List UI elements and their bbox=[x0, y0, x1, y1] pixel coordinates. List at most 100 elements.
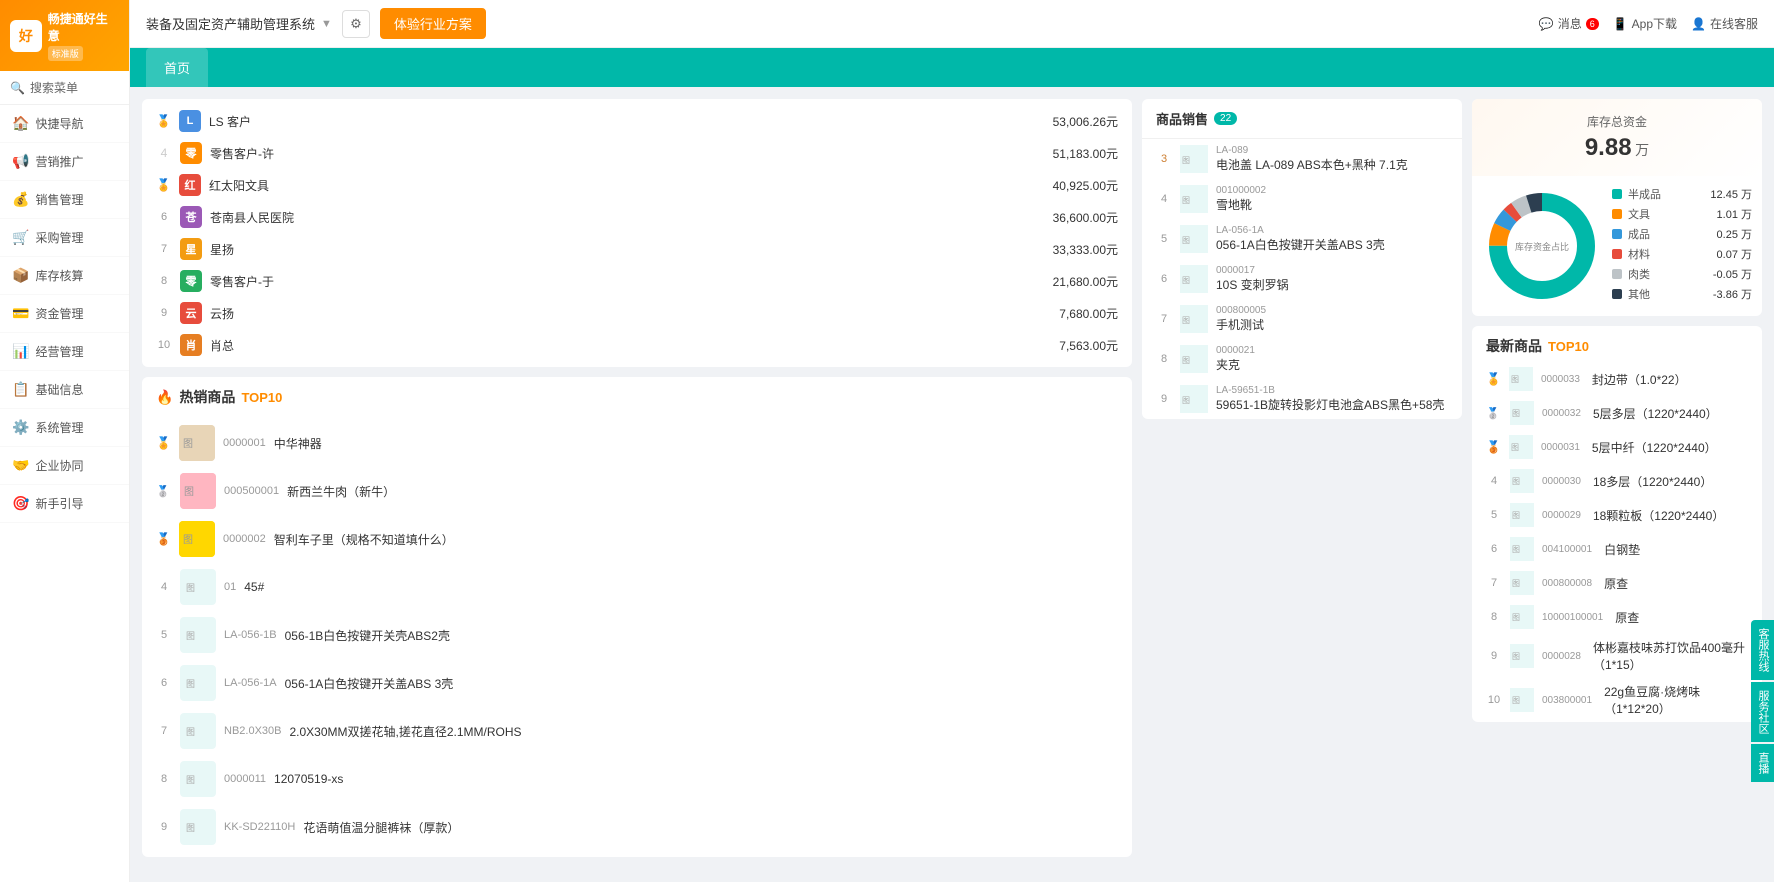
hot-products-label: 热销商品 bbox=[179, 387, 235, 407]
product-image: 图 bbox=[180, 713, 216, 749]
sidebar-item-operations[interactable]: 📊 经营管理 bbox=[0, 333, 129, 371]
cs-live-button[interactable]: 直播 bbox=[1751, 744, 1774, 782]
legend-color bbox=[1612, 209, 1622, 219]
svg-text:图: 图 bbox=[1512, 579, 1520, 588]
sidebar-item-marketing[interactable]: 📢 营销推广 bbox=[0, 143, 129, 181]
product-name: 花语萌值温分腿裤袜（厚款） bbox=[303, 819, 459, 836]
rank-number: 5 bbox=[1156, 233, 1172, 245]
customer-avatar: 苍 bbox=[180, 206, 202, 228]
app-download-button[interactable]: 📱 App下载 bbox=[1613, 15, 1677, 32]
product-code: 0000001 bbox=[223, 437, 266, 449]
rank-number: 8 bbox=[156, 773, 172, 785]
inventory-icon: 📦 bbox=[12, 267, 29, 284]
prod-image: 图 bbox=[1510, 469, 1534, 493]
inventory-amount: 9.88 bbox=[1585, 134, 1632, 161]
sidebar-item-label: 营销推广 bbox=[35, 153, 83, 170]
cs-community-button[interactable]: 服务社区 bbox=[1751, 682, 1774, 742]
product-code: LA-59651-1B bbox=[1216, 385, 1448, 396]
legend-color bbox=[1612, 289, 1622, 299]
search-icon: 🔍 bbox=[10, 81, 25, 95]
svg-text:图: 图 bbox=[184, 486, 194, 498]
legend-color bbox=[1612, 189, 1622, 199]
legend-color bbox=[1612, 269, 1622, 279]
sidebar-item-purchase[interactable]: 🛒 采购管理 bbox=[0, 219, 129, 257]
prod-name: 5层中纤（1220*2440） bbox=[1592, 439, 1748, 456]
prod-name: 5层多层（1220*2440） bbox=[1593, 405, 1748, 422]
legend-value: -0.05 万 bbox=[1713, 266, 1752, 282]
product-name: 智利车子里（规格不知道填什么） bbox=[274, 531, 454, 548]
hot-item: 8 图 0000011 12070519-xs bbox=[142, 755, 1132, 803]
hot-item: 7 图 NB2.0X30B 2.0X30MM双搓花轴,搓花直径2.1MM/ROH… bbox=[142, 707, 1132, 755]
prod-image: 图 bbox=[1510, 605, 1534, 629]
product-name-text: 电池盖 LA-089 ABS本色+黑种 7.1克 bbox=[1216, 156, 1448, 173]
search-menu-item[interactable]: 🔍 搜索菜单 bbox=[0, 71, 129, 105]
trial-plan-button[interactable]: 体验行业方案 bbox=[380, 8, 486, 39]
product-name: 中华神器 bbox=[274, 435, 322, 452]
sidebar-item-sales[interactable]: 💰 销售管理 bbox=[0, 181, 129, 219]
sidebar-item-inventory[interactable]: 📦 库存核算 bbox=[0, 257, 129, 295]
settings-button[interactable]: ⚙ bbox=[342, 10, 370, 38]
tab-home[interactable]: 首页 bbox=[146, 48, 208, 87]
svg-text:图: 图 bbox=[1512, 652, 1520, 661]
product-info: LA-089 电池盖 LA-089 ABS本色+黑种 7.1克 bbox=[1216, 145, 1448, 173]
prod-code: 0000029 bbox=[1542, 510, 1581, 521]
new-prod-item: 8 图 10000100001 原查 bbox=[1472, 600, 1762, 634]
prod-name: 22g鱼豆腐·烧烤味（1*12*20） bbox=[1604, 683, 1748, 717]
rank-item: 8 零 零售客户-于 21,680.00元 bbox=[142, 265, 1132, 297]
sidebar-item-finance[interactable]: 💳 资金管理 bbox=[0, 295, 129, 333]
new-prod-item: 🥈 图 0000032 5层多层（1220*2440） bbox=[1472, 396, 1762, 430]
new-products-card: 最新商品 TOP10 🏅 图 0000033 封边带（1.0*22） 🥈 bbox=[1472, 326, 1762, 722]
top-sell-item: 9 图 LA-59651-1B 59651-1B旋转投影灯电池盒ABS黑色+58… bbox=[1142, 379, 1462, 419]
sidebar-item-basic-info[interactable]: 📋 基础信息 bbox=[0, 371, 129, 409]
prod-image: 图 bbox=[1510, 401, 1534, 425]
customer-amount: 33,333.00元 bbox=[1053, 241, 1118, 258]
rank-number: 4 bbox=[1156, 193, 1172, 205]
cs-hotline-button[interactable]: 客服热线 bbox=[1751, 620, 1774, 680]
new-prod-item: 🏅 图 0000033 封边带（1.0*22） bbox=[1472, 362, 1762, 396]
rank-number: 7 bbox=[156, 725, 172, 737]
legend-name: 其他 bbox=[1628, 286, 1707, 302]
hot-products-list: 🏅 图 0000001 中华神器 🥈 图 000500001 新西兰牛肉 bbox=[142, 413, 1132, 857]
product-image: 图 bbox=[1180, 385, 1208, 413]
sidebar-item-label: 资金管理 bbox=[35, 305, 83, 322]
fire-icon: 🔥 bbox=[156, 389, 173, 406]
new-prod-item: 10 图 003800001 22g鱼豆腐·烧烤味（1*12*20） bbox=[1472, 678, 1762, 722]
sidebar-item-system[interactable]: ⚙️ 系统管理 bbox=[0, 409, 129, 447]
prod-code: 0000031 bbox=[1541, 442, 1580, 453]
legend-name: 文具 bbox=[1628, 206, 1711, 222]
rank-number: 9 bbox=[1486, 650, 1502, 662]
rank-number: 7 bbox=[1156, 313, 1172, 325]
topbar: 装备及固定资产辅助管理系统 ▼ ⚙ 体验行业方案 💬 消息 6 📱 App下载 … bbox=[130, 0, 1774, 48]
system-selector[interactable]: 装备及固定资产辅助管理系统 ▼ bbox=[146, 14, 332, 33]
sidebar-item-guide[interactable]: 🎯 新手引导 bbox=[0, 485, 129, 523]
svg-text:图: 图 bbox=[1182, 196, 1190, 205]
svg-text:图: 图 bbox=[186, 583, 195, 593]
customer-rank-list: 🏅 L LS 客户 53,006.26元 4 零 零售客户-许 51,183.0… bbox=[142, 99, 1132, 367]
product-image: 图 bbox=[180, 809, 216, 845]
prod-name: 封边带（1.0*22） bbox=[1592, 371, 1748, 388]
sidebar-item-home[interactable]: 🏠 快捷导航 bbox=[0, 105, 129, 143]
prod-image: 图 bbox=[1510, 537, 1534, 561]
rank-number: 5 bbox=[1486, 509, 1502, 521]
rank-number: 4 bbox=[156, 581, 172, 593]
sidebar-item-collab[interactable]: 🤝 企业协同 bbox=[0, 447, 129, 485]
svg-text:图: 图 bbox=[1511, 375, 1519, 384]
logo-icon: 好 bbox=[10, 20, 42, 52]
prod-name: 18多层（1220*2440） bbox=[1593, 473, 1748, 490]
rank-number: 🥈 bbox=[156, 485, 172, 498]
legend-value: 1.01 万 bbox=[1717, 206, 1752, 222]
legend-name: 肉类 bbox=[1628, 266, 1707, 282]
prod-image: 图 bbox=[1510, 503, 1534, 527]
svg-text:图: 图 bbox=[1512, 511, 1520, 520]
product-image: 图 bbox=[1180, 185, 1208, 213]
product-image: 图 bbox=[1180, 265, 1208, 293]
rank-number: 8 bbox=[1486, 611, 1502, 623]
product-image: 图 bbox=[180, 617, 216, 653]
message-badge: 6 bbox=[1586, 18, 1599, 30]
message-button[interactable]: 💬 消息 6 bbox=[1539, 15, 1599, 32]
inventory-amount-area: 9.88 万 bbox=[1486, 134, 1748, 162]
online-service-button[interactable]: 👤 在线客服 bbox=[1691, 15, 1758, 32]
product-code: LA-056-1A bbox=[1216, 225, 1448, 236]
product-info: 0000021 夹克 bbox=[1216, 345, 1448, 373]
message-label: 消息 bbox=[1558, 15, 1582, 32]
